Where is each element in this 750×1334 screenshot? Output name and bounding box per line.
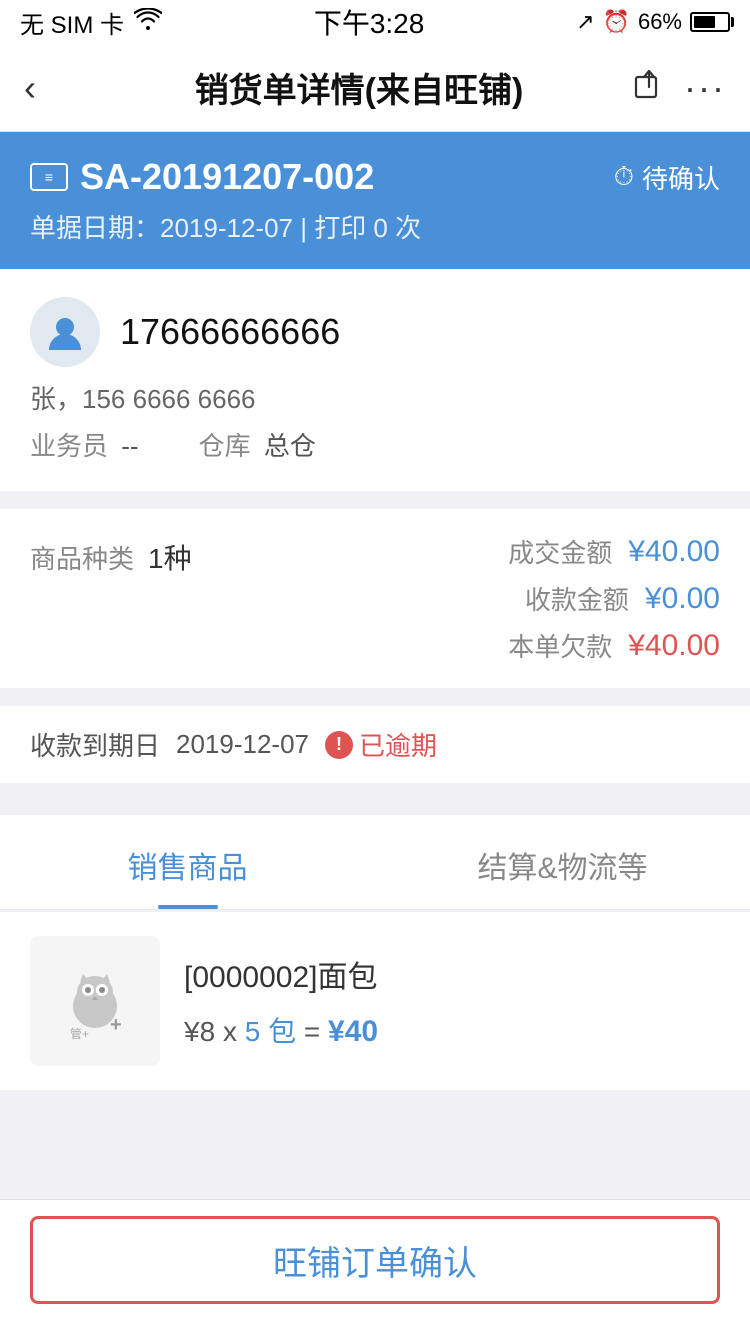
status-time: 下午3:28: [314, 2, 425, 42]
location-icon: ↗: [576, 9, 594, 35]
back-button[interactable]: ‹: [24, 67, 84, 109]
order-id: ≡ SA-20191207-002: [30, 156, 374, 198]
summary-left: 商品种类 1种: [30, 533, 508, 577]
overdue-badge: ! 已逾期: [325, 726, 437, 763]
divider-1: [0, 493, 750, 509]
customer-top: 17666666666: [30, 297, 720, 367]
status-right: ↗ ⏰ 66%: [576, 9, 730, 35]
warehouse-value: 总仓: [264, 431, 316, 461]
customer-info: 张，156 6666 6666: [30, 379, 720, 416]
alarm-icon: ⏰: [603, 9, 630, 35]
unit-label: 包: [268, 1016, 296, 1047]
table-row: + 管+ [0000002]面包 ¥8 x 5 包 = ¥40: [0, 912, 750, 1090]
received-amount-label: 收款金额: [525, 580, 629, 617]
order-icon: ≡: [30, 163, 68, 191]
customer-phone: 17666666666: [120, 311, 340, 353]
status-left: 无 SIM 卡: [20, 5, 162, 40]
products-section: + 管+ [0000002]面包 ¥8 x 5 包 = ¥40: [0, 912, 750, 1090]
customer-card: 17666666666 张，156 6666 6666 业务员 -- 仓库 总仓: [0, 269, 750, 491]
order-status: ⏱ 待确认: [614, 159, 720, 196]
owed-amount-row: 本单欠款 ¥40.00: [508, 627, 720, 664]
clock-icon: ⏱: [614, 161, 634, 193]
warehouse-field: 仓库 总仓: [199, 426, 316, 463]
equals-sign: =: [304, 1016, 328, 1047]
received-amount-row: 收款金额 ¥0.00: [525, 580, 720, 617]
tab-settlement[interactable]: 结算&物流等: [375, 815, 750, 909]
product-info: [0000002]面包 ¥8 x 5 包 = ¥40: [184, 952, 720, 1050]
product-thumbnail: + 管+: [30, 936, 160, 1066]
order-banner: ≡ SA-20191207-002 ⏱ 待确认 单据日期：2019-12-07 …: [0, 132, 750, 269]
owed-amount-label: 本单欠款: [508, 627, 612, 664]
price-total: ¥40: [328, 1015, 378, 1048]
svg-text:+: +: [110, 1014, 122, 1036]
bottom-bar: 旺铺订单确认: [0, 1199, 750, 1334]
transaction-amount-label: 成交金额: [508, 533, 612, 570]
transaction-amount-row: 成交金额 ¥40.00: [508, 533, 720, 570]
tab-products[interactable]: 销售商品: [0, 815, 375, 909]
salesperson-label: 业务员: [30, 431, 108, 461]
divider-3: [0, 783, 750, 799]
tabs-container: 销售商品 结算&物流等: [0, 815, 750, 910]
share-icon[interactable]: [634, 69, 664, 107]
summary-right: 成交金额 ¥40.00 收款金额 ¥0.00 本单欠款 ¥40.00: [508, 533, 720, 664]
order-banner-top: ≡ SA-20191207-002 ⏱ 待确认: [30, 156, 720, 198]
battery-icon: [690, 12, 730, 32]
carrier-label: 无 SIM 卡: [20, 5, 124, 40]
summary-section: 商品种类 1种 成交金额 ¥40.00 收款金额 ¥0.00 本单欠款 ¥40.…: [0, 509, 750, 688]
nav-actions: ···: [634, 67, 726, 109]
transaction-amount-value: ¥40.00: [628, 535, 720, 569]
due-date-section: 收款到期日 2019-12-07 ! 已逾期: [0, 706, 750, 783]
nav-bar: ‹ 销货单详情(来自旺铺) ···: [0, 44, 750, 132]
customer-meta: 业务员 -- 仓库 总仓: [30, 426, 720, 463]
salesperson-field: 业务员 --: [30, 426, 139, 463]
salesperson-value: --: [121, 431, 138, 461]
multiply-sign: x: [223, 1016, 245, 1047]
avatar: [30, 297, 100, 367]
battery-percentage: 66%: [638, 9, 682, 35]
product-types-label: 商品种类: [30, 539, 134, 576]
status-bar: 无 SIM 卡 下午3:28 ↗ ⏰ 66%: [0, 0, 750, 44]
due-date-label: 收款到期日: [30, 726, 160, 763]
svg-text:管+: 管+: [70, 1026, 89, 1041]
product-types-value: 1种: [148, 537, 192, 577]
product-price-formula: ¥8 x 5 包 = ¥40: [184, 1010, 720, 1050]
overdue-icon: !: [325, 731, 353, 759]
more-icon[interactable]: ···: [684, 67, 726, 109]
bottom-spacer: [0, 1090, 750, 1210]
page-title: 销货单详情(来自旺铺): [84, 63, 634, 112]
overdue-label: 已逾期: [359, 726, 437, 763]
order-date: 单据日期：2019-12-07 | 打印 0 次: [30, 208, 720, 245]
due-date-value: 2019-12-07: [176, 729, 309, 760]
warehouse-label: 仓库: [199, 431, 251, 461]
confirm-order-button[interactable]: 旺铺订单确认: [30, 1216, 720, 1304]
divider-2: [0, 690, 750, 706]
product-name: [0000002]面包: [184, 952, 720, 996]
received-amount-value: ¥0.00: [645, 582, 720, 616]
price-base: ¥8: [184, 1016, 215, 1047]
wifi-icon: [134, 8, 162, 37]
owed-amount-value: ¥40.00: [628, 629, 720, 663]
quantity-value: 5: [245, 1016, 261, 1047]
